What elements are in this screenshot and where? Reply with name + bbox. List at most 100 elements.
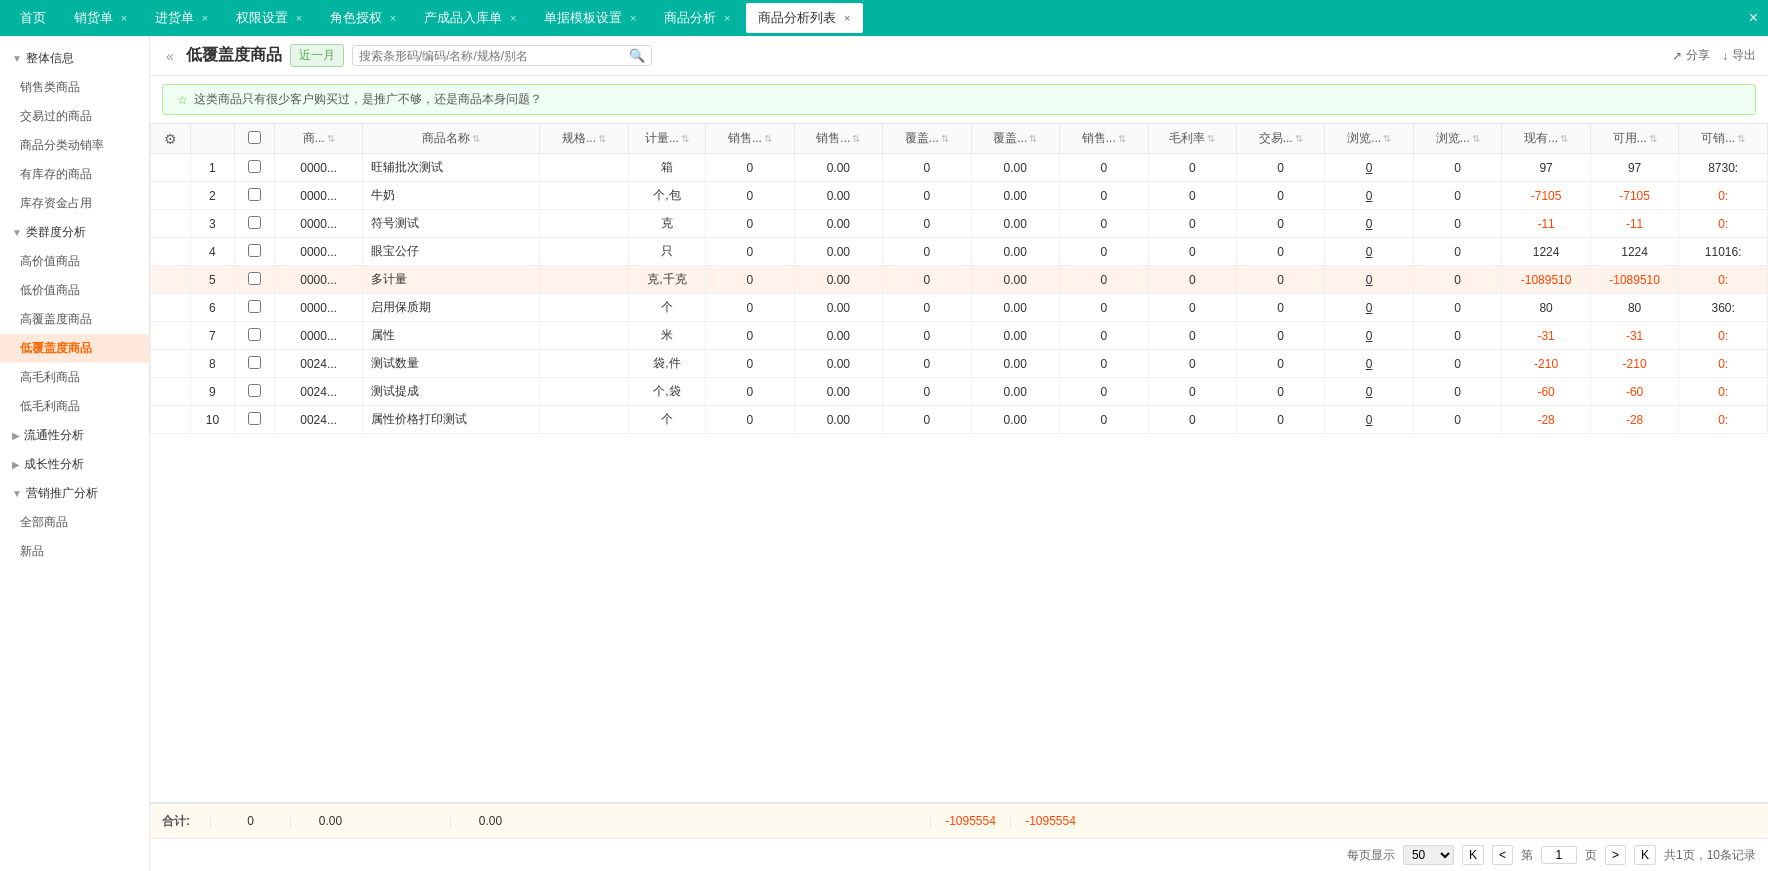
row-checkbox[interactable] <box>248 356 261 369</box>
nav-tab-template[interactable]: 单据模板设置 × <box>532 3 648 33</box>
first-page-button[interactable]: K <box>1462 845 1484 865</box>
sidebar-section-growth[interactable]: ▶ 成长性分析 <box>0 450 149 479</box>
settings-gear-icon[interactable]: ⚙ <box>164 131 177 147</box>
sort-trade-icon[interactable]: ⇅ <box>1295 133 1303 144</box>
sort-cover-a-icon[interactable]: ⇅ <box>941 133 949 144</box>
sidebar-section-cluster[interactable]: ▼ 类群度分析 <box>0 218 149 247</box>
row-checkbox[interactable] <box>248 328 261 341</box>
browse-link[interactable]: 0 <box>1366 357 1373 371</box>
cell-check[interactable] <box>235 350 275 378</box>
next-page-button[interactable]: > <box>1605 845 1626 865</box>
sort-current-icon[interactable]: ⇅ <box>1560 133 1568 144</box>
cell-check[interactable] <box>235 210 275 238</box>
select-all-checkbox[interactable] <box>248 131 261 144</box>
nav-close-sales[interactable]: × <box>121 12 127 24</box>
sort-unit-icon[interactable]: ⇅ <box>681 133 689 144</box>
sidebar-collapse-button[interactable]: « <box>162 46 178 66</box>
sidebar-item-new-goods[interactable]: 新品 <box>0 537 149 566</box>
browse-link[interactable]: 0 <box>1366 273 1373 287</box>
sort-sales-amt-icon[interactable]: ⇅ <box>852 133 860 144</box>
cell-browse-a[interactable]: 0 <box>1325 350 1413 378</box>
page-size-select[interactable]: 50 100 200 <box>1403 845 1454 865</box>
cell-browse-a[interactable]: 0 <box>1325 378 1413 406</box>
prev-page-button[interactable]: < <box>1492 845 1513 865</box>
sidebar-section-overall[interactable]: ▼ 整体信息 <box>0 44 149 73</box>
row-checkbox[interactable] <box>248 160 261 173</box>
sidebar-item-stocked-goods[interactable]: 有库存的商品 <box>0 160 149 189</box>
page-number-input[interactable] <box>1541 846 1577 864</box>
last-page-button[interactable]: K <box>1634 845 1656 865</box>
table-container[interactable]: ⚙ 商...⇅ 商品名称⇅ 规格...⇅ <box>150 123 1768 802</box>
nav-tab-purchase[interactable]: 进货单 × <box>143 3 220 33</box>
cell-check[interactable] <box>235 322 275 350</box>
row-checkbox[interactable] <box>248 384 261 397</box>
cell-check[interactable] <box>235 182 275 210</box>
sidebar-item-capital[interactable]: 库存资金占用 <box>0 189 149 218</box>
row-checkbox[interactable] <box>248 188 261 201</box>
row-checkbox[interactable] <box>248 272 261 285</box>
browse-link[interactable]: 0 <box>1366 245 1373 259</box>
sort-available-icon[interactable]: ⇅ <box>1649 133 1657 144</box>
sort-sales-c-icon[interactable]: ⇅ <box>1118 133 1126 144</box>
cell-browse-a[interactable]: 0 <box>1325 238 1413 266</box>
window-close-button[interactable]: × <box>1749 9 1758 27</box>
row-checkbox[interactable] <box>248 244 261 257</box>
cell-check[interactable] <box>235 266 275 294</box>
cell-check[interactable] <box>235 154 275 182</box>
th-settings[interactable]: ⚙ <box>151 124 191 154</box>
nav-tab-sales[interactable]: 销货单 × <box>62 3 139 33</box>
cell-check[interactable] <box>235 238 275 266</box>
share-button[interactable]: ↗ 分享 <box>1672 47 1710 64</box>
browse-link[interactable]: 0 <box>1366 161 1373 175</box>
row-checkbox[interactable] <box>248 300 261 313</box>
search-icon[interactable]: 🔍 <box>629 48 645 63</box>
nav-close-production[interactable]: × <box>510 12 516 24</box>
th-check[interactable] <box>235 124 275 154</box>
nav-tab-permission[interactable]: 权限设置 × <box>224 3 314 33</box>
nav-tab-analysis-list[interactable]: 商品分析列表 × <box>746 3 862 33</box>
sort-saleable-icon[interactable]: ⇅ <box>1737 133 1745 144</box>
sidebar-item-low-value[interactable]: 低价值商品 <box>0 276 149 305</box>
row-checkbox[interactable] <box>248 216 261 229</box>
sidebar-item-all-goods[interactable]: 全部商品 <box>0 508 149 537</box>
browse-link[interactable]: 0 <box>1366 329 1373 343</box>
cell-browse-a[interactable]: 0 <box>1325 294 1413 322</box>
sidebar-item-category-rate[interactable]: 商品分类动销率 <box>0 131 149 160</box>
nav-tab-analysis[interactable]: 商品分析 × <box>652 3 742 33</box>
sort-browse-b-icon[interactable]: ⇅ <box>1472 133 1480 144</box>
browse-link[interactable]: 0 <box>1366 189 1373 203</box>
sort-sales-qty-icon[interactable]: ⇅ <box>764 133 772 144</box>
nav-close-analysis[interactable]: × <box>724 12 730 24</box>
nav-close-analysis-list[interactable]: × <box>844 12 850 24</box>
browse-link[interactable]: 0 <box>1366 385 1373 399</box>
sidebar-section-circulation[interactable]: ▶ 流通性分析 <box>0 421 149 450</box>
sidebar-item-traded-goods[interactable]: 交易过的商品 <box>0 102 149 131</box>
sidebar-item-high-value[interactable]: 高价值商品 <box>0 247 149 276</box>
nav-close-permission[interactable]: × <box>296 12 302 24</box>
sidebar-item-low-coverage[interactable]: 低覆盖度商品 <box>0 334 149 363</box>
nav-close-template[interactable]: × <box>630 12 636 24</box>
nav-tab-role[interactable]: 角色授权 × <box>318 3 408 33</box>
cell-browse-a[interactable]: 0 <box>1325 266 1413 294</box>
cell-check[interactable] <box>235 378 275 406</box>
cell-check[interactable] <box>235 406 275 434</box>
search-input[interactable] <box>359 49 629 63</box>
sort-browse-a-icon[interactable]: ⇅ <box>1383 133 1391 144</box>
sidebar-item-high-profit[interactable]: 高毛利商品 <box>0 363 149 392</box>
date-filter-button[interactable]: 近一月 <box>290 44 344 67</box>
sort-name-icon[interactable]: ⇅ <box>472 133 480 144</box>
cell-browse-a[interactable]: 0 <box>1325 406 1413 434</box>
cell-browse-a[interactable]: 0 <box>1325 210 1413 238</box>
sidebar-item-high-coverage[interactable]: 高覆盖度商品 <box>0 305 149 334</box>
nav-tab-home[interactable]: 首页 <box>8 3 58 33</box>
sort-spec-icon[interactable]: ⇅ <box>598 133 606 144</box>
browse-link[interactable]: 0 <box>1366 217 1373 231</box>
sort-cover-b-icon[interactable]: ⇅ <box>1029 133 1037 144</box>
cell-check[interactable] <box>235 294 275 322</box>
browse-link[interactable]: 0 <box>1366 301 1373 315</box>
sort-gross-icon[interactable]: ⇅ <box>1207 133 1215 144</box>
cell-browse-a[interactable]: 0 <box>1325 322 1413 350</box>
nav-tab-production[interactable]: 产成品入库单 × <box>412 3 528 33</box>
cell-browse-a[interactable]: 0 <box>1325 154 1413 182</box>
row-checkbox[interactable] <box>248 412 261 425</box>
